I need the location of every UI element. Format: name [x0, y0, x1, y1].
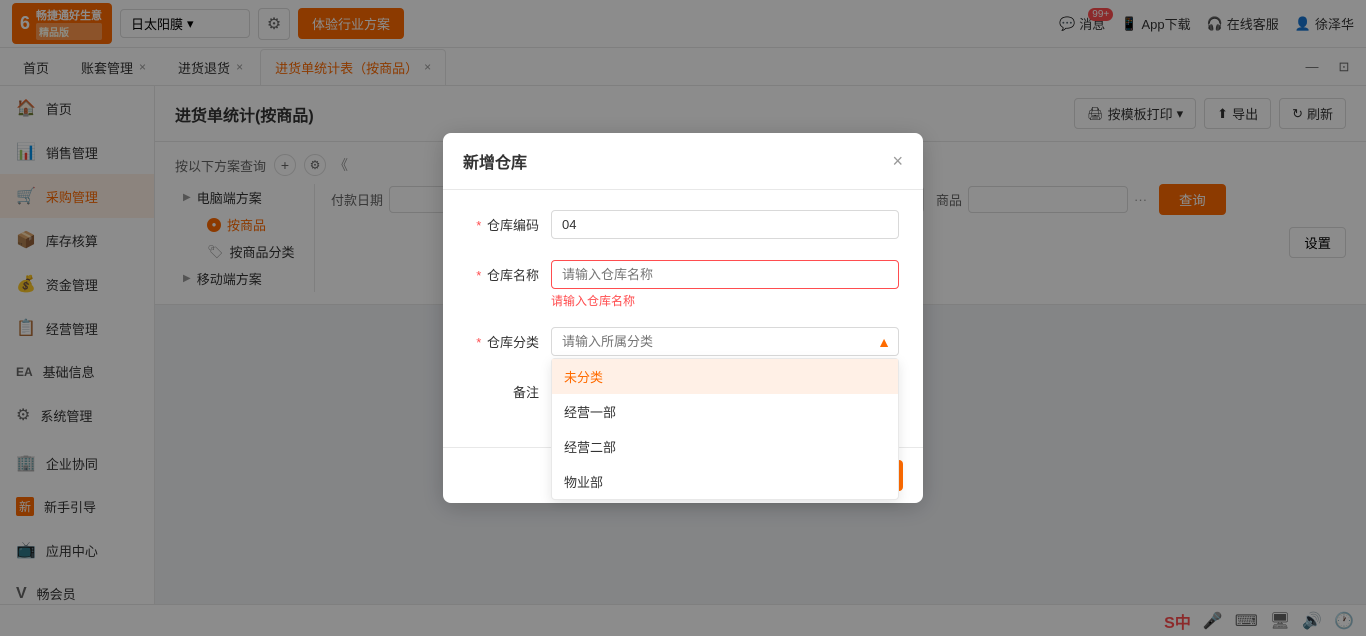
form-row-category: * 仓库分类 ▲ 未分类 经营一部 经营二部 物业部: [467, 327, 899, 359]
form-row-code: * 仓库编码: [467, 210, 899, 242]
dropdown-item-dept2[interactable]: 经营二部: [552, 429, 898, 464]
name-error-message: 请输入仓库名称: [551, 292, 899, 309]
code-label: * 仓库编码: [467, 210, 539, 242]
modal-body: * 仓库编码 * 仓库名称 请输入仓库名称: [443, 190, 923, 447]
warehouse-category-input[interactable]: [551, 327, 899, 356]
modal-header: 新增仓库 ×: [443, 133, 923, 190]
category-label: * 仓库分类: [467, 327, 539, 359]
warehouse-name-input[interactable]: [551, 260, 899, 289]
dropdown-item-property[interactable]: 物业部: [552, 464, 898, 499]
modal-new-warehouse: 新增仓库 × * 仓库编码 * 仓库名称: [443, 133, 923, 503]
name-label: * 仓库名称: [467, 260, 539, 292]
modal-overlay[interactable]: 新增仓库 × * 仓库编码 * 仓库名称: [0, 0, 1366, 636]
dropdown-item-dept1[interactable]: 经营一部: [552, 394, 898, 429]
name-control: 请输入仓库名称: [551, 260, 899, 309]
category-wrapper: ▲ 未分类 经营一部 经营二部 物业部: [551, 327, 899, 356]
modal-title: 新增仓库: [463, 149, 527, 173]
code-control: [551, 210, 899, 239]
notes-label: 备注: [467, 377, 539, 409]
modal-close-button[interactable]: ×: [892, 151, 903, 172]
dropdown-item-uncategorized[interactable]: 未分类: [552, 359, 898, 394]
warehouse-code-input[interactable]: [551, 210, 899, 239]
category-dropdown: 未分类 经营一部 经营二部 物业部: [551, 358, 899, 500]
form-row-name: * 仓库名称 请输入仓库名称: [467, 260, 899, 309]
